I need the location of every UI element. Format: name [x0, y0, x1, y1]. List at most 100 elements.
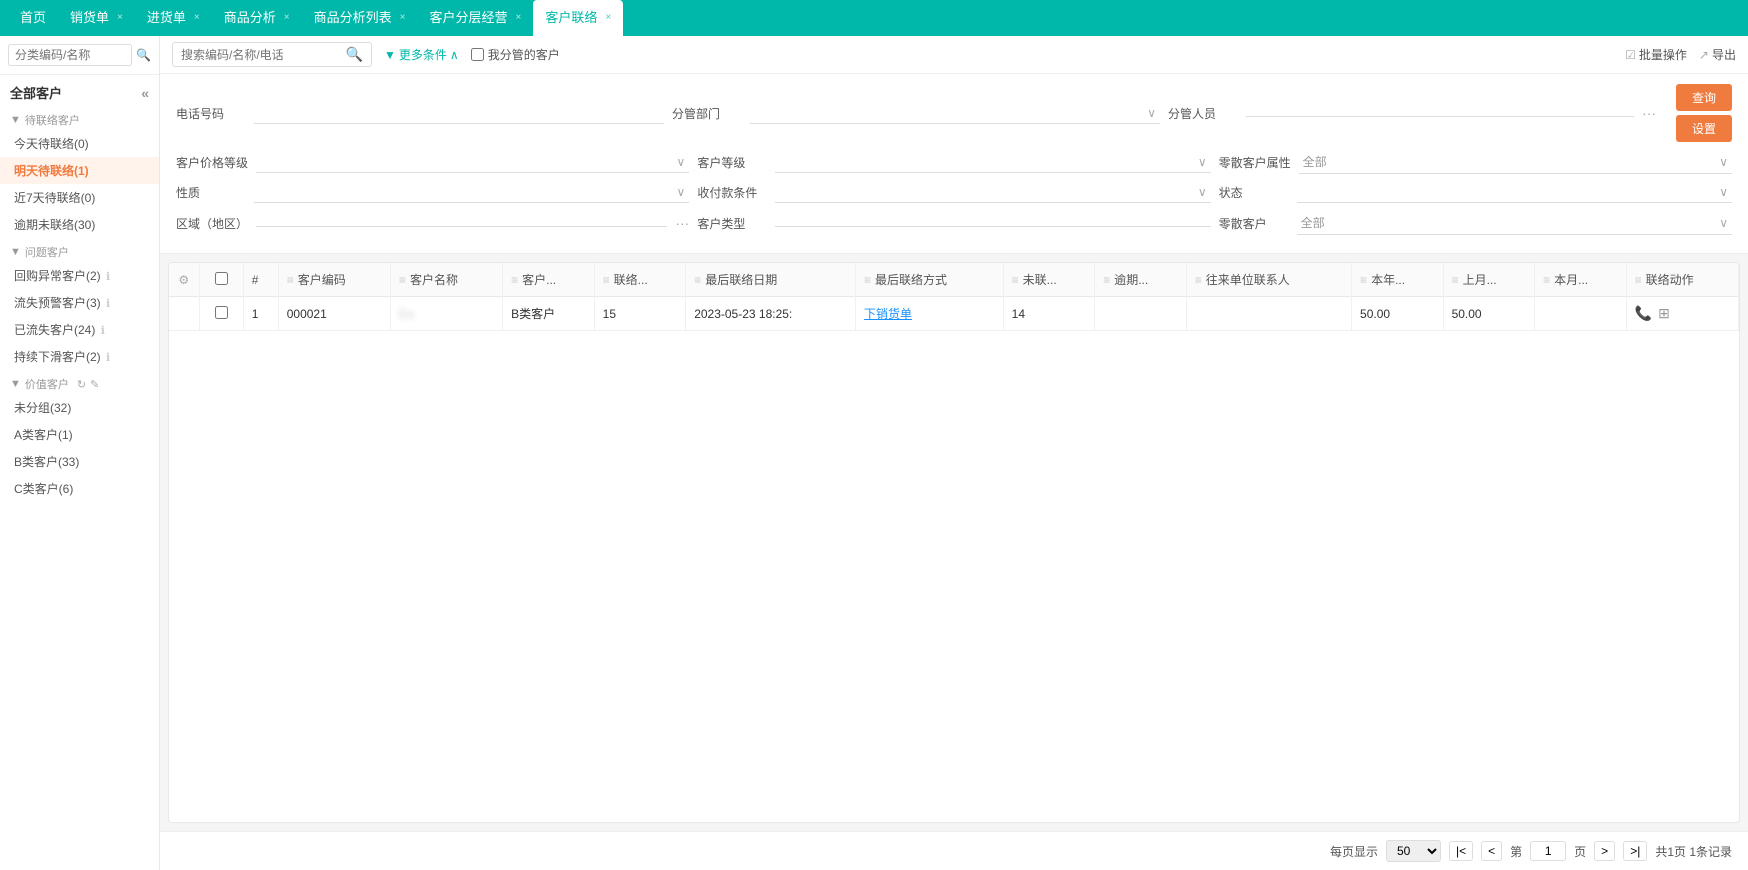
nav-customer-tier[interactable]: 客户分层经营 × — [417, 0, 533, 36]
query-button[interactable]: 查询 — [1676, 84, 1732, 111]
my-customers-checkbox-label[interactable]: 我分管的客户 — [471, 46, 560, 63]
sidebar-item-today-pending[interactable]: 今天待联络(0) — [0, 130, 159, 157]
row-checkbox[interactable] — [215, 306, 228, 319]
filter-row-2: 客户价格等级 ∨ 客户等级 ∨ 零散客户属性 全部 ∨ — [176, 150, 1732, 174]
sidebar-item-declining[interactable]: 持续下滑客户(2) ℹ — [0, 343, 159, 370]
sidebar-item-repurchase-abnormal[interactable]: 回购异常客户(2) ℹ — [0, 262, 159, 289]
last-page-btn[interactable]: >| — [1623, 841, 1647, 861]
level-select[interactable]: ∨ — [775, 152, 1210, 173]
sidebar-item-churned[interactable]: 已流失客户(24) ℹ — [0, 316, 159, 343]
col-header-unit-contact: 往来单位联系人 — [1186, 263, 1351, 297]
filter-row-4: 区域（地区） ··· 客户类型 零散客户 全部 ∨ — [176, 211, 1732, 235]
data-table-container: ⚙ # 客户编码 客户名称 客户... — [168, 262, 1740, 823]
sidebar-item-7days-pending[interactable]: 近7天待联络(0) — [0, 184, 159, 211]
filter-row-1: 电话号码 分管部门 ∨ 分管人员 ··· 查询 设置 — [176, 84, 1732, 142]
call-icon[interactable]: 📞 — [1635, 305, 1652, 322]
row-last-date: 2023-05-23 18:25: — [686, 297, 856, 331]
nav-customer-contact[interactable]: 客户联络 × — [533, 0, 623, 36]
nav-home[interactable]: 首页 — [8, 0, 58, 36]
page-input[interactable] — [1530, 841, 1566, 861]
filter-gender-cell: 性质 ∨ — [176, 182, 689, 203]
nav-purchase-order[interactable]: 进货单 × — [135, 0, 212, 36]
export-btn[interactable]: ↗ 导出 — [1699, 46, 1736, 63]
col-header-this-month: 本月... — [1535, 263, 1627, 297]
search-input[interactable] — [181, 48, 342, 62]
retail-attr-select[interactable]: 全部 ∨ — [1299, 150, 1732, 174]
checkbox-icon: ☑ — [1625, 48, 1636, 62]
row-last-way[interactable]: 下销货单 — [856, 297, 1004, 331]
more-icon[interactable]: ··· — [675, 215, 689, 231]
chevron-down-icon: ∨ — [1198, 155, 1207, 169]
sidebar-search-input[interactable] — [8, 44, 132, 66]
col-header-last-way: 最后联络方式 — [856, 263, 1004, 297]
row-type: B类客户 — [503, 297, 595, 331]
info-icon: ℹ — [106, 298, 110, 310]
collapse-icon[interactable]: « — [141, 85, 149, 101]
table-row: 1 000021 Ea B类客户 15 2023-05-23 18:25: 下销… — [169, 297, 1739, 331]
pagination-bar: 每页显示 50 100 200 |< < 第 页 > >| 共1页 1条记录 — [160, 831, 1748, 870]
search-icon[interactable]: 🔍 — [136, 48, 151, 62]
col-header-overdue: 逾期... — [1095, 263, 1187, 297]
first-page-btn[interactable]: |< — [1449, 841, 1473, 861]
close-icon[interactable]: × — [284, 0, 290, 36]
col-header-name: 客户名称 — [390, 263, 502, 297]
dept-select[interactable]: ∨ — [750, 103, 1160, 124]
grid-icon[interactable]: ⊞ — [1658, 305, 1670, 322]
filter-row-3: 性质 ∨ 收付款条件 ∨ 状态 ∨ — [176, 182, 1732, 203]
close-icon[interactable]: × — [194, 0, 200, 36]
sidebar-item-churn-warning[interactable]: 流失预警客户(3) ℹ — [0, 289, 159, 316]
close-icon[interactable]: × — [400, 0, 406, 36]
row-this-year: 50.00 — [1352, 297, 1444, 331]
prev-page-btn[interactable]: < — [1481, 841, 1502, 861]
row-this-month — [1535, 297, 1627, 331]
more-filters-btn[interactable]: ▼ 更多条件 ∧ — [384, 46, 459, 63]
status-select[interactable]: ∨ — [1297, 182, 1732, 203]
close-icon[interactable]: × — [515, 0, 521, 36]
row-code: 000021 — [278, 297, 390, 331]
page-size-select[interactable]: 50 100 200 — [1386, 840, 1441, 862]
refresh-icon[interactable]: ↻ — [77, 378, 86, 391]
row-checkbox-cell[interactable] — [199, 297, 243, 331]
next-page-btn[interactable]: > — [1594, 841, 1615, 861]
more-icon[interactable]: ··· — [1642, 105, 1656, 121]
content-area: 🔍 ▼ 更多条件 ∧ 我分管的客户 ☑ 批量操作 ↗ 导出 — [160, 36, 1748, 870]
retail-customer-select[interactable]: 全部 ∨ — [1297, 211, 1732, 235]
sidebar-item-ungrouped[interactable]: 未分组(32) — [0, 394, 159, 421]
sidebar-search-area: 🔍 — [0, 36, 159, 75]
col-header-index: # — [243, 263, 278, 297]
table-header-row: ⚙ # 客户编码 客户名称 客户... — [169, 263, 1739, 297]
row-index: 1 — [243, 297, 278, 331]
close-icon[interactable]: × — [117, 0, 123, 36]
gear-column-header[interactable]: ⚙ — [169, 263, 199, 297]
search-icon[interactable]: 🔍 — [346, 46, 363, 63]
close-icon[interactable]: × — [605, 0, 611, 36]
payment-select[interactable]: ∨ — [775, 182, 1210, 203]
search-box[interactable]: 🔍 — [172, 42, 372, 67]
select-all-checkbox[interactable] — [215, 272, 228, 285]
phone-input[interactable] — [254, 103, 664, 124]
sidebar-item-class-a[interactable]: A类客户(1) — [0, 421, 159, 448]
my-customers-checkbox[interactable] — [471, 48, 484, 61]
sidebar-item-tomorrow-pending[interactable]: 明天待联络(1) — [0, 157, 159, 184]
edit-icon[interactable]: ✎ — [90, 378, 99, 391]
export-icon: ↗ — [1699, 48, 1709, 62]
reset-button[interactable]: 设置 — [1676, 115, 1732, 142]
value-grade-select[interactable]: ∨ — [256, 152, 689, 173]
nav-product-analysis[interactable]: 商品分析 × — [212, 0, 302, 36]
filter-actions: 查询 设置 — [1676, 84, 1732, 142]
batch-op-btn[interactable]: ☑ 批量操作 — [1625, 46, 1687, 63]
sidebar-item-class-b[interactable]: B类客户(33) — [0, 448, 159, 475]
chevron-down-icon: ∨ — [1719, 216, 1728, 230]
filter-level-cell: 客户等级 ∨ — [697, 152, 1210, 173]
nav-sales-order[interactable]: 销货单 × — [58, 0, 135, 36]
info-icon: ℹ — [106, 271, 110, 283]
select-all-header[interactable] — [199, 263, 243, 297]
sidebar-item-class-c[interactable]: C类客户(6) — [0, 475, 159, 502]
gender-select[interactable]: ∨ — [254, 182, 689, 203]
info-icon: ℹ — [101, 325, 105, 337]
nav-product-analysis-list[interactable]: 商品分析列表 × — [302, 0, 418, 36]
sidebar-item-overdue-pending[interactable]: 逾期未联络(30) — [0, 211, 159, 238]
chevron-down-icon: ∨ — [1719, 185, 1728, 199]
value-group-label: ▼ 价值客户 ↻ ✎ — [0, 370, 159, 394]
filter-retail-attr-cell: 零散客户属性 全部 ∨ — [1219, 150, 1732, 174]
